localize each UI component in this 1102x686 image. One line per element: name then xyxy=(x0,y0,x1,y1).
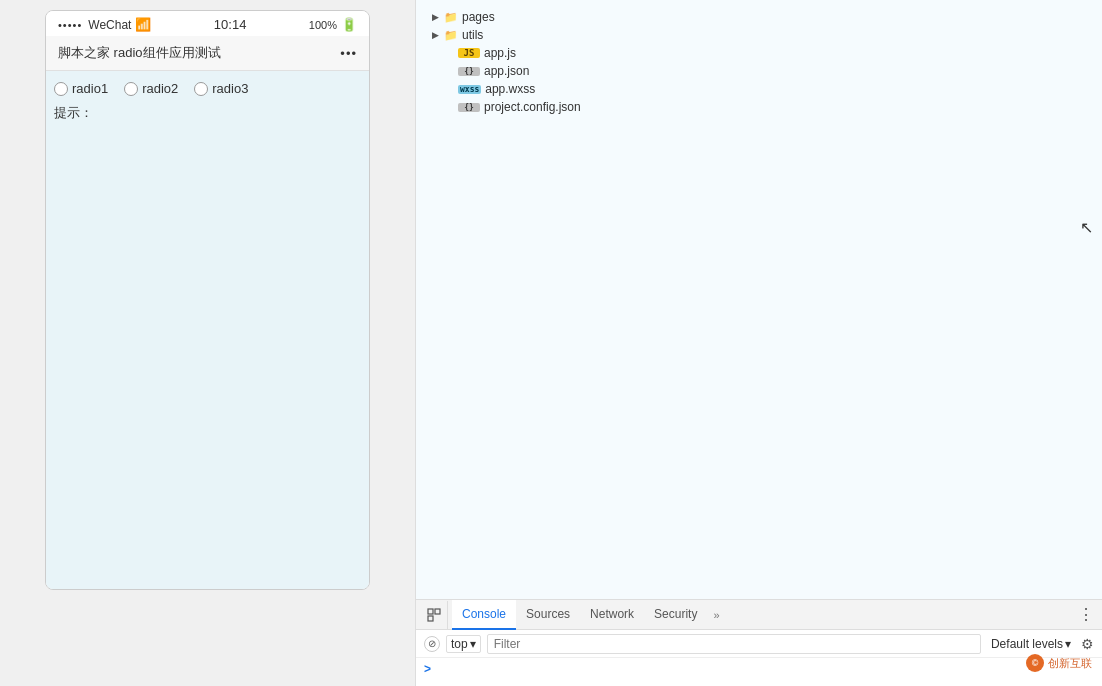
radio-label-3: radio3 xyxy=(212,81,248,96)
tree-label-pages: pages xyxy=(462,10,495,24)
battery-pct-label: 100% xyxy=(309,19,337,31)
devtools-tabs: Console Sources Network Security » ⋮ xyxy=(416,600,1102,630)
tab-network[interactable]: Network xyxy=(580,600,644,630)
tree-label-appwxss: app.wxss xyxy=(485,82,535,96)
console-level-select[interactable]: Default levels ▾ xyxy=(987,636,1075,652)
devtools-panel: ▶ 📁 pages ▶ 📁 utils ▶ JS app.js ▶ {} app… xyxy=(415,0,1102,686)
tab-security[interactable]: Security xyxy=(644,600,707,630)
phone-nav-bar: 脚本之家 radio组件应用测试 ••• xyxy=(46,36,369,71)
phone-time: 10:14 xyxy=(214,17,247,32)
tree-label-appjson: app.json xyxy=(484,64,529,78)
tree-item-appjson[interactable]: ▶ {} app.json xyxy=(416,62,1102,80)
devtools-inspect-icon[interactable] xyxy=(420,601,448,629)
tree-arrow-utils: ▶ xyxy=(432,30,440,40)
console-prompt: > xyxy=(424,662,431,676)
svg-rect-0 xyxy=(428,609,433,614)
watermark-logo: © xyxy=(1026,654,1044,672)
tab-sources[interactable]: Sources xyxy=(516,600,580,630)
block-symbol: ⊘ xyxy=(428,638,436,649)
tree-item-projectconfig[interactable]: ▶ {} project.config.json xyxy=(416,98,1102,116)
console-settings-icon[interactable]: ⚙ xyxy=(1081,636,1094,652)
phone-nav-more-icon[interactable]: ••• xyxy=(340,46,357,61)
radio-item-1[interactable]: radio1 xyxy=(54,81,108,96)
console-level-label: Default levels xyxy=(991,637,1063,651)
phone-content: radio1 radio2 radio3 提示： xyxy=(46,71,369,589)
console-context-select[interactable]: top ▾ xyxy=(446,635,481,653)
badge-json-project: {} xyxy=(458,103,480,112)
phone-panel: ••••• WeChat 📶 10:14 100% 🔋 脚本之家 radio组件… xyxy=(0,0,415,686)
file-tree: ▶ 📁 pages ▶ 📁 utils ▶ JS app.js ▶ {} app… xyxy=(416,0,1102,599)
devtools-console-bar: ⊘ top ▾ Default levels ▾ ⚙ xyxy=(416,630,1102,658)
tree-item-appwxss[interactable]: ▶ wxss app.wxss xyxy=(416,80,1102,98)
svg-rect-1 xyxy=(435,609,440,614)
tabs-overflow-area: ⋮ xyxy=(1074,603,1098,627)
devtools-overflow-menu[interactable]: ⋮ xyxy=(1074,603,1098,627)
wechat-label: WeChat xyxy=(88,18,131,32)
tree-arrow-pages: ▶ xyxy=(432,12,440,22)
badge-wxss: wxss xyxy=(458,85,481,94)
tree-item-appjs[interactable]: ▶ JS app.js xyxy=(416,44,1102,62)
console-top-label: top xyxy=(451,637,468,651)
battery-icon: 🔋 xyxy=(341,17,357,32)
tab-sources-label: Sources xyxy=(526,607,570,621)
tab-security-label: Security xyxy=(654,607,697,621)
tree-label-projectconfig: project.config.json xyxy=(484,100,581,114)
svg-rect-2 xyxy=(428,616,433,621)
radio-label-2: radio2 xyxy=(142,81,178,96)
radio-circle-2 xyxy=(124,82,138,96)
radio-group: radio1 radio2 radio3 xyxy=(54,81,361,96)
phone-frame: ••••• WeChat 📶 10:14 100% 🔋 脚本之家 radio组件… xyxy=(45,10,370,590)
radio-circle-3 xyxy=(194,82,208,96)
badge-json-app: {} xyxy=(458,67,480,76)
console-level-arrow: ▾ xyxy=(1065,637,1071,651)
folder-icon-utils: 📁 xyxy=(444,29,458,42)
wifi-icon: 📶 xyxy=(135,17,151,32)
tree-label-appjs: app.js xyxy=(484,46,516,60)
tab-network-label: Network xyxy=(590,607,634,621)
tree-label-utils: utils xyxy=(462,28,483,42)
phone-status-right: 100% 🔋 xyxy=(309,17,357,32)
console-top-arrow: ▾ xyxy=(470,637,476,651)
badge-js: JS xyxy=(458,48,480,58)
tab-more-button[interactable]: » xyxy=(707,605,725,625)
tree-item-pages[interactable]: ▶ 📁 pages xyxy=(416,8,1102,26)
phone-status-bar: ••••• WeChat 📶 10:14 100% 🔋 xyxy=(46,11,369,36)
devtools-bottom: Console Sources Network Security » ⋮ ⊘ t… xyxy=(416,599,1102,686)
radio-circle-1 xyxy=(54,82,68,96)
radio-item-2[interactable]: radio2 xyxy=(124,81,178,96)
console-filter-input[interactable] xyxy=(487,634,981,654)
hint-label: 提示： xyxy=(54,104,361,122)
tree-item-utils[interactable]: ▶ 📁 utils xyxy=(416,26,1102,44)
watermark: © 创新互联 xyxy=(1026,654,1092,672)
phone-nav-title: 脚本之家 radio组件应用测试 xyxy=(58,44,221,62)
tab-console[interactable]: Console xyxy=(452,600,516,630)
console-block-button[interactable]: ⊘ xyxy=(424,636,440,652)
phone-status-left: ••••• WeChat 📶 xyxy=(58,17,151,32)
devtools-console-output: > xyxy=(416,658,1102,686)
tab-console-label: Console xyxy=(462,607,506,621)
signal-indicator: ••••• xyxy=(58,19,82,31)
folder-icon-pages: 📁 xyxy=(444,11,458,24)
watermark-text: 创新互联 xyxy=(1048,656,1092,671)
radio-label-1: radio1 xyxy=(72,81,108,96)
radio-item-3[interactable]: radio3 xyxy=(194,81,248,96)
